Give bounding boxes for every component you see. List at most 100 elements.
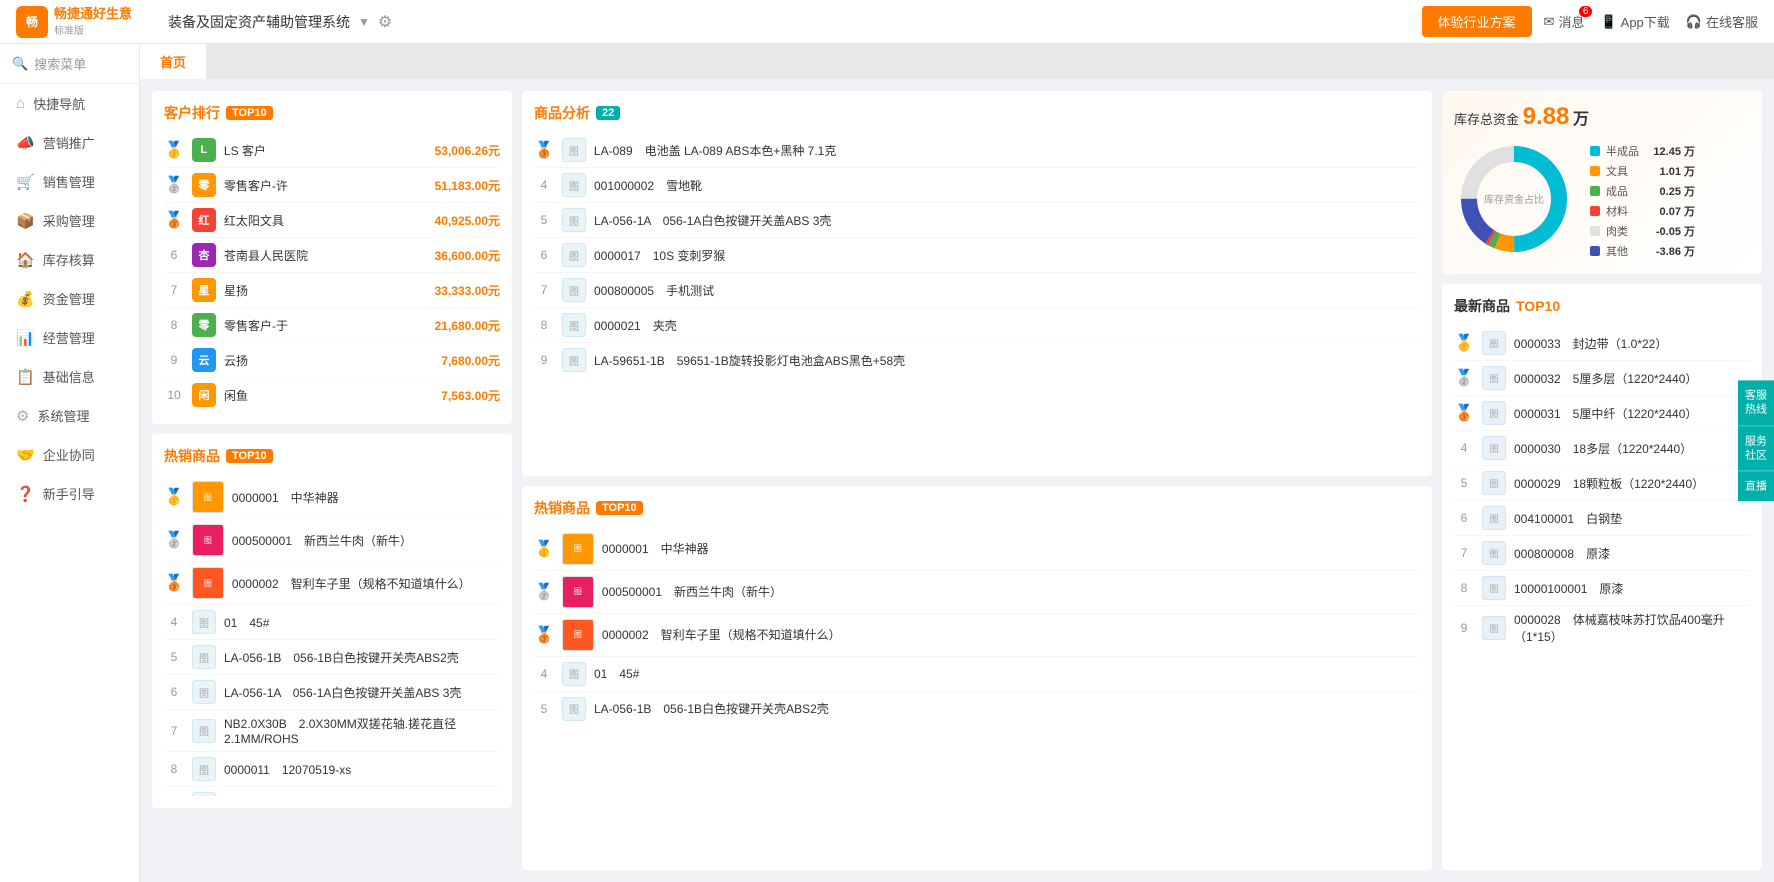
prod-code-6: LA-056-1A 056-1A白色按键开关盖ABS 3壳 (224, 684, 500, 701)
float-btn-community[interactable]: 服务社区 (1738, 426, 1774, 472)
right-panel: 库存总资金 9.88 万 (1442, 91, 1762, 870)
customer-value-4: 36,600.00元 (435, 247, 500, 264)
phone-icon: 📱 (1600, 14, 1616, 30)
sidebar-item-inventory[interactable]: 🏠 库存核算 (0, 240, 139, 279)
sidebar-item-operation[interactable]: 📊 经营管理 (0, 318, 139, 357)
message-btn[interactable]: ✉ 消息 6 (1544, 12, 1585, 31)
sidebar-item-system[interactable]: ⚙ 系统管理 (0, 396, 139, 435)
legend-dot-cyan (1590, 146, 1600, 156)
experience-btn[interactable]: 体验行业方案 (1422, 6, 1532, 37)
hot-sales-mid-title: 商品分析 22 (534, 103, 1420, 123)
product-row: 4 图 01 45# (164, 605, 500, 640)
chart-icon: 📊 (16, 329, 35, 347)
hot-products-badge: TOP10 (226, 449, 273, 463)
hot-products-mid-bottom: 热销商品 TOP10 🥇 图 0000001 中华神器 🥈 图 00050000… (522, 486, 1432, 871)
product-img-3: 图 (192, 567, 224, 599)
rank-num-6: 8 (164, 318, 184, 332)
customer-ranking-card: 客户排行 TOP10 🥇 L LS 客户 53,006.26元 (152, 91, 512, 424)
float-btn-live[interactable]: 直播 (1738, 471, 1774, 501)
inventory-total-label: 库存总资金 9.88 万 (1454, 103, 1750, 131)
customer-ranking-title: 客户排行 TOP10 (164, 103, 500, 123)
avatar-xing: 杏 (192, 243, 216, 267)
prod-code-5: LA-056-1B 056-1B白色按键开关壳ABS2壳 (224, 649, 500, 666)
mid-product-row: 9 图 LA-59651-1B 59651-1B旋转投影灯电池盒ABS黑色+58… (534, 343, 1420, 377)
sidebar-label-marketing: 营销推广 (43, 133, 95, 152)
new-prod-img-8: 图 (1482, 576, 1506, 600)
search-label: 搜索菜单 (34, 54, 86, 73)
mid-prod-img-5: 图 (562, 208, 586, 232)
new-arrival-row: 🥇 图 0000033 封边带（1.0*22） (1454, 326, 1750, 361)
gear-icon[interactable]: ⚙ (378, 12, 392, 32)
sidebar-item-sales[interactable]: 🛒 销售管理 (0, 162, 139, 201)
product-row: 🥈 图 000500001 新西兰牛肉（新牛） (164, 519, 500, 562)
bottom-product-row: 5 图 LA-056-1B 056-1B白色按键开关壳ABS2壳 (534, 692, 1420, 726)
customer-name-1: LS 客户 (224, 142, 427, 159)
sidebar-label-finance: 资金管理 (43, 289, 95, 308)
legend-dot-gray (1590, 226, 1600, 236)
hot-products-bottom-list: 🥇 图 0000001 中华神器 🥈 图 000500001 新西兰牛肉（新牛）… (534, 528, 1420, 726)
float-btn-service[interactable]: 客服热线 (1738, 380, 1774, 426)
new-prod-img-4: 图 (1482, 436, 1506, 460)
main-layout: 🔍 搜索菜单 ⌂ 快捷导航 📣 营销推广 🛒 销售管理 📦 采购管理 🏠 库存核… (0, 44, 1774, 882)
sidebar-item-basic-info[interactable]: 📋 基础信息 (0, 357, 139, 396)
prod-code-1: 0000001 中华神器 (232, 489, 500, 506)
bottom-product-row: 🥈 图 000500001 新西兰牛肉（新牛） (534, 571, 1420, 614)
sidebar-item-guide[interactable]: ❓ 新手引导 (0, 474, 139, 513)
mid-product-row: 🥉 图 LA-089 电池盖 LA-089 ABS本色+黑种 7.1克 (534, 133, 1420, 168)
customer-name-8: 闲鱼 (224, 387, 433, 404)
inventory-amount: 9.88 (1523, 103, 1570, 130)
product-row: 9 图 KK-SD22110H 花语萌值温分腿睡袋（厚款） (164, 787, 500, 796)
product-placeholder-4: 图 (192, 610, 216, 634)
sidebar-item-purchase[interactable]: 📦 采购管理 (0, 201, 139, 240)
sidebar-search: 🔍 搜索菜单 (0, 44, 139, 84)
topbar: 畅 畅捷通好生意 标准版 装备及固定资产辅助管理系统 ▼ ⚙ 体验行业方案 ✉ … (0, 0, 1774, 44)
title-text: 客户排行 (164, 103, 220, 123)
mid-product-row: 8 图 0000021 夹壳 (534, 308, 1420, 343)
product-placeholder-8: 图 (192, 757, 216, 781)
new-arrivals-title: 最新商品 TOP10 (1454, 296, 1750, 316)
sidebar-item-quick-nav[interactable]: ⌂ 快捷导航 (0, 84, 139, 123)
app-download-btn[interactable]: 📱 App下载 (1600, 12, 1669, 31)
customer-name-6: 零售客户-于 (224, 317, 427, 334)
new-prod-img-5: 图 (1482, 471, 1506, 495)
new-arrivals-card: 最新商品 TOP10 🥇 图 0000033 封边带（1.0*22） 🥈 图 0… (1442, 284, 1762, 870)
new-prod-img-2: 图 (1482, 366, 1506, 390)
search-menu-btn[interactable]: 🔍 搜索菜单 (12, 54, 127, 73)
sidebar-item-cooperation[interactable]: 🤝 企业协同 (0, 435, 139, 474)
avatar-red: 红 (192, 208, 216, 232)
product-placeholder-7: 图 (192, 719, 216, 743)
legend-dot-blue (1590, 246, 1600, 256)
new-arrivals-list: 🥇 图 0000033 封边带（1.0*22） 🥈 图 0000032 5厘多层… (1454, 326, 1750, 646)
prod-code-9: KK-SD22110H 花语萌值温分腿睡袋（厚款） (224, 796, 500, 797)
logo-icon: 畅 (16, 6, 48, 38)
product-row: 7 图 NB2.0X30B 2.0X30MM双搓花轴.搓花直径2.1MM/ROH… (164, 710, 500, 752)
new-prod-img-7: 图 (1482, 541, 1506, 565)
rank-num-8: 10 (164, 388, 184, 402)
hot-products-title: 热销商品 TOP10 (164, 446, 500, 466)
message-icon: ✉ (1544, 14, 1555, 30)
svg-text:库存资金占比: 库存资金占比 (1484, 193, 1544, 206)
sidebar-item-marketing[interactable]: 📣 营销推广 (0, 123, 139, 162)
float-menu: 客服热线 服务社区 直播 (1738, 380, 1774, 501)
megaphone-icon: 📣 (16, 134, 35, 152)
new-prod-img-9: 图 (1482, 616, 1506, 640)
tab-home[interactable]: 首页 (140, 44, 206, 79)
cart-icon: 🛒 (16, 173, 35, 191)
online-service-btn[interactable]: 🎧 在线客服 (1686, 12, 1758, 31)
dropdown-icon[interactable]: ▼ (358, 15, 370, 29)
legend-dot-orange (1590, 166, 1600, 176)
legend-dot-red (1590, 206, 1600, 216)
mid-panel: 商品分析 22 🥉 图 LA-089 电池盖 LA-089 ABS本色+黑种 7… (522, 91, 1432, 870)
new-arrival-row: 7 图 000800008 原漆 (1454, 536, 1750, 571)
mid-product-row: 4 图 001000002 雪地靴 (534, 168, 1420, 203)
new-prod-5: 0000029 18颗粒板（1220*2440） (1514, 475, 1750, 492)
analysis-badge: 22 (596, 106, 620, 120)
new-arrivals-top-label: TOP10 (1516, 298, 1560, 314)
sidebar-label-basic-info: 基础信息 (43, 367, 95, 386)
inventory-legend: 半成品 12.45 万 文具 1.01 万 成品 0 (1590, 143, 1695, 259)
sidebar-item-finance[interactable]: 💰 资金管理 (0, 279, 139, 318)
bottom-prod-img-3: 图 (562, 619, 594, 651)
hot-sales-mid-card: 商品分析 22 🥉 图 LA-089 电池盖 LA-089 ABS本色+黑种 7… (522, 91, 1432, 476)
system-name: 装备及固定资产辅助管理系统 (168, 12, 350, 32)
settings-icon: ⚙ (16, 407, 29, 425)
